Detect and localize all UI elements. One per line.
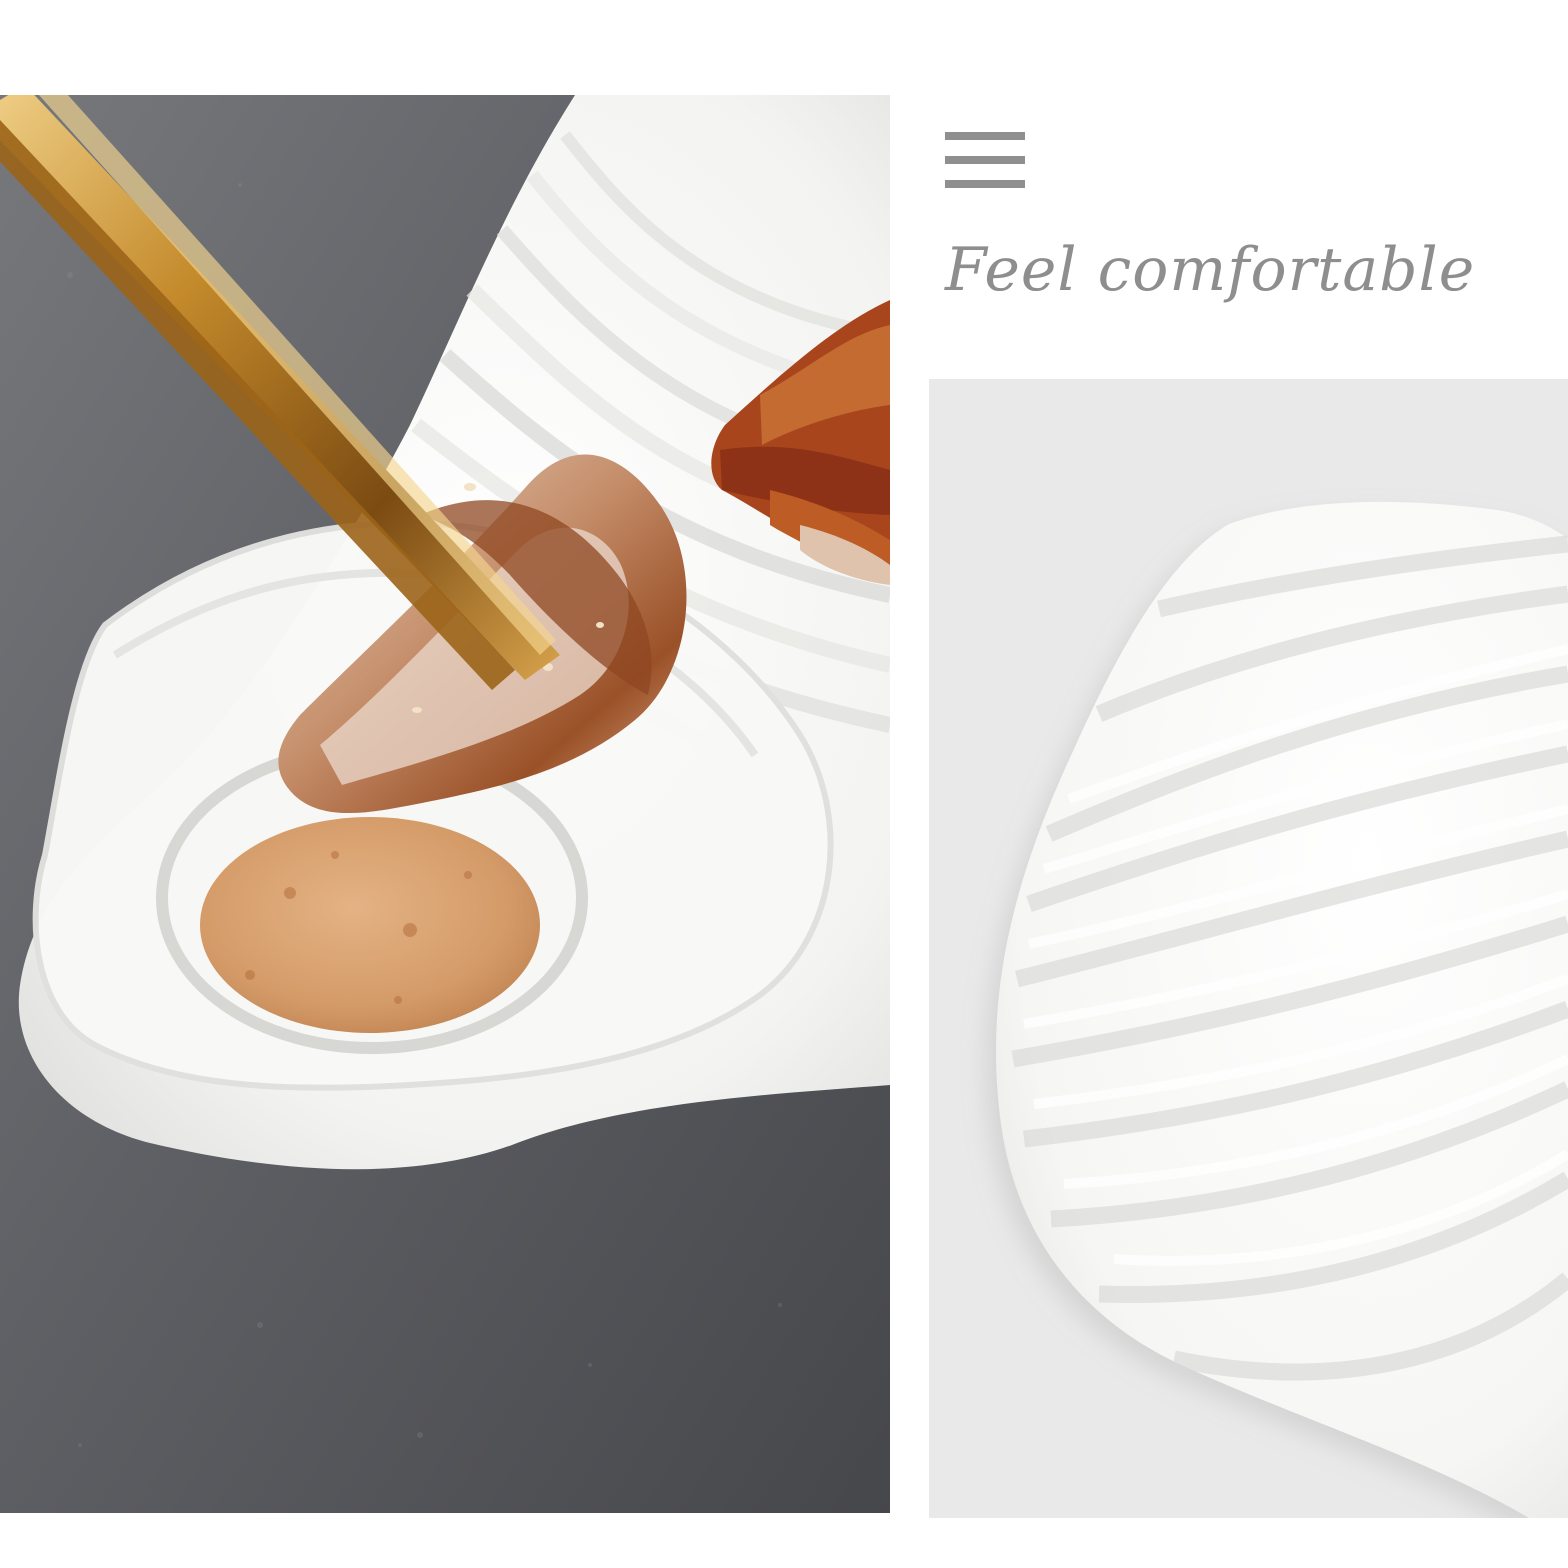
menu-icon: [945, 132, 1025, 192]
dipping-sauce: [200, 817, 540, 1033]
left-product-photo: [0, 95, 890, 1513]
right-product-photo: [929, 379, 1568, 1518]
tagline: Feel comfortable: [945, 235, 1476, 305]
